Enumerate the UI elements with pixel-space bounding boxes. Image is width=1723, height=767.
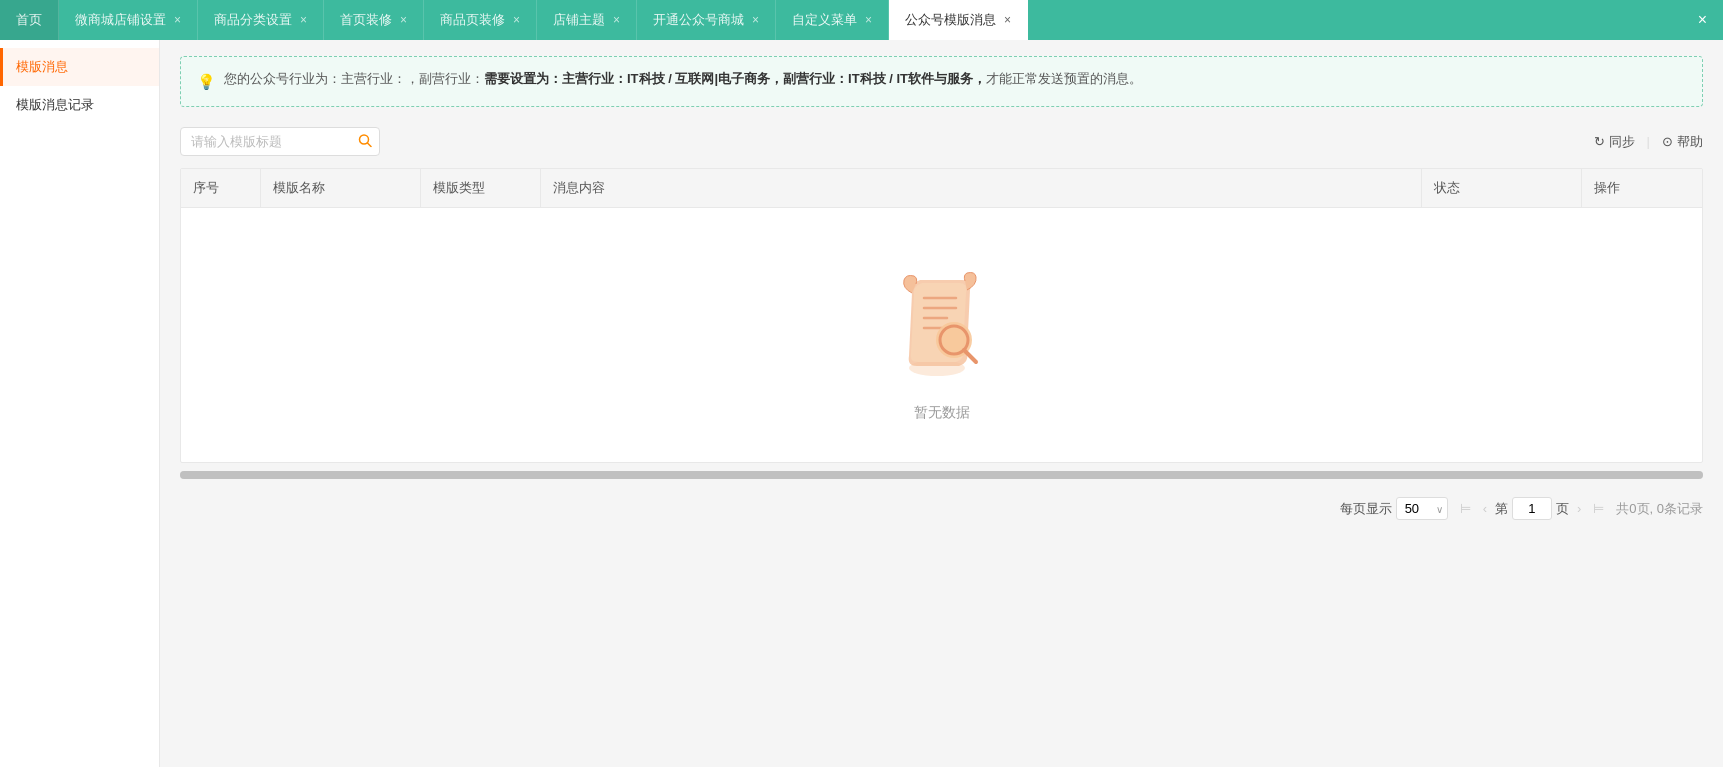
tab-close-category[interactable]: ×: [300, 13, 307, 27]
empty-icon: [882, 268, 1002, 388]
page-size-select-wrap[interactable]: 50 20 100: [1396, 497, 1448, 520]
help-button[interactable]: ⊙ 帮助: [1662, 133, 1703, 151]
table-header: 序号 模版名称 模版类型 消息内容 状态 操作: [181, 169, 1702, 208]
tab-template-msg[interactable]: 公众号模版消息×: [889, 0, 1028, 40]
notice-box: 💡 您的公众号行业为：主营行业：，副营行业：需要设置为：主营行业：IT科技 / …: [180, 56, 1703, 107]
main-layout: 模版消息模版消息记录 💡 您的公众号行业为：主营行业：，副营行业：需要设置为：主…: [0, 40, 1723, 767]
next-page-button[interactable]: ›: [1573, 499, 1585, 518]
notice-icon: 💡: [197, 70, 216, 94]
tab-close-product-decor[interactable]: ×: [513, 13, 520, 27]
tab-close-template-msg[interactable]: ×: [1004, 13, 1011, 27]
page-size-label: 每页显示: [1340, 500, 1392, 518]
tab-home[interactable]: 首页: [0, 0, 59, 40]
pagination: 每页显示 50 20 100 ⊨ ‹ 第 1 页 › ⊨ 共0页, 0条记录: [180, 487, 1703, 524]
divider: |: [1647, 134, 1650, 149]
tab-close-wshop[interactable]: ×: [174, 13, 181, 27]
sidebar-item-template-message-record[interactable]: 模版消息记录: [0, 86, 159, 124]
th-action: 操作: [1582, 169, 1702, 207]
tab-shop-theme[interactable]: 店铺主题×: [537, 0, 637, 40]
empty-text: 暂无数据: [914, 404, 970, 422]
th-type: 模版类型: [421, 169, 541, 207]
search-button[interactable]: [358, 133, 372, 150]
sync-icon: ↻: [1594, 134, 1605, 149]
search-input[interactable]: [180, 127, 380, 156]
sync-label: 同步: [1609, 133, 1635, 151]
tab-category[interactable]: 商品分类设置×: [198, 0, 324, 40]
horizontal-scrollbar[interactable]: [180, 471, 1703, 479]
page-size-select: 每页显示 50 20 100: [1340, 497, 1448, 520]
tab-product-decor[interactable]: 商品页装修×: [424, 0, 537, 40]
first-page-button[interactable]: ⊨: [1456, 499, 1475, 518]
tab-close-custom-menu[interactable]: ×: [865, 13, 872, 27]
prev-page-button[interactable]: ‹: [1479, 499, 1491, 518]
toolbar-right: ↻ 同步 | ⊙ 帮助: [1594, 133, 1703, 151]
page-size-dropdown[interactable]: 50 20 100: [1396, 497, 1448, 520]
th-name: 模版名称: [261, 169, 421, 207]
scroll-thumb: [180, 471, 1703, 479]
tab-close-shop-theme[interactable]: ×: [613, 13, 620, 27]
svg-line-1: [368, 143, 372, 147]
tab-custom-menu[interactable]: 自定义菜单×: [776, 0, 889, 40]
tab-wshop[interactable]: 微商城店铺设置×: [59, 0, 198, 40]
data-table: 序号 模版名称 模版类型 消息内容 状态 操作: [180, 168, 1703, 463]
tab-bar: 首页微商城店铺设置×商品分类设置×首页装修×商品页装修×店铺主题×开通公众号商城…: [0, 0, 1723, 40]
page-label: 第: [1495, 500, 1508, 518]
tab-open-mall[interactable]: 开通公众号商城×: [637, 0, 776, 40]
th-status: 状态: [1422, 169, 1582, 207]
th-index: 序号: [181, 169, 261, 207]
help-label: 帮助: [1677, 133, 1703, 151]
content-area: 💡 您的公众号行业为：主营行业：，副营行业：需要设置为：主营行业：IT科技 / …: [160, 40, 1723, 767]
toolbar: ↻ 同步 | ⊙ 帮助: [180, 127, 1703, 156]
page-suffix: 页: [1556, 500, 1569, 518]
help-icon: ⊙: [1662, 134, 1673, 149]
notice-text: 您的公众号行业为：主营行业：，副营行业：需要设置为：主营行业：IT科技 / 互联…: [224, 69, 1142, 90]
page-total: 共0页, 0条记录: [1616, 500, 1703, 518]
tab-home-decor[interactable]: 首页装修×: [324, 0, 424, 40]
tab-close-home-decor[interactable]: ×: [400, 13, 407, 27]
global-close-button[interactable]: ×: [1682, 11, 1723, 29]
search-area: [180, 127, 380, 156]
empty-state: 暂无数据: [181, 208, 1702, 462]
sidebar: 模版消息模版消息记录: [0, 40, 160, 767]
page-input[interactable]: 1: [1512, 497, 1552, 520]
tab-close-open-mall[interactable]: ×: [752, 13, 759, 27]
th-content: 消息内容: [541, 169, 1422, 207]
last-page-button[interactable]: ⊨: [1589, 499, 1608, 518]
sync-button[interactable]: ↻ 同步: [1594, 133, 1635, 151]
search-input-wrap: [180, 127, 380, 156]
page-nav: ⊨ ‹ 第 1 页 › ⊨: [1456, 497, 1609, 520]
sidebar-item-template-message[interactable]: 模版消息: [0, 48, 159, 86]
